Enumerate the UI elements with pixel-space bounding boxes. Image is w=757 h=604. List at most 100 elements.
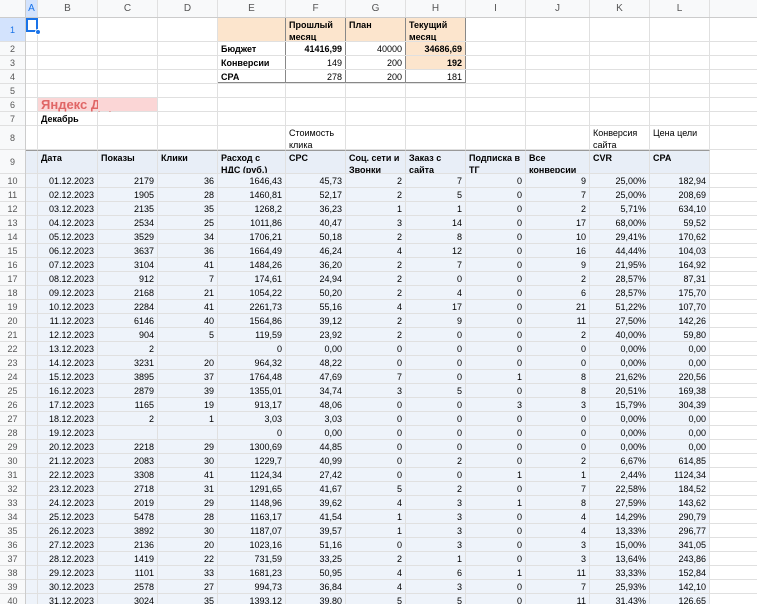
cell[interactable] — [38, 18, 98, 41]
cell-soc[interactable]: 1 — [346, 524, 406, 537]
cell[interactable] — [650, 112, 710, 125]
cell-orders[interactable]: 3 — [406, 496, 466, 509]
cell-cpa[interactable]: 0,00 — [650, 426, 710, 439]
cell-soc[interactable]: 4 — [346, 300, 406, 313]
cell-impr[interactable]: 2218 — [98, 440, 158, 453]
cell[interactable] — [466, 18, 526, 41]
cell[interactable] — [26, 174, 38, 187]
row-header-29[interactable]: 29 — [0, 440, 25, 454]
cell-orders[interactable]: 5 — [406, 384, 466, 397]
cell-cpa[interactable]: 634,10 — [650, 202, 710, 215]
cell-soc[interactable]: 1 — [346, 202, 406, 215]
cell-cvr[interactable]: 0,00% — [590, 356, 650, 369]
cell[interactable] — [26, 468, 38, 481]
cell-clicks[interactable]: 7 — [158, 272, 218, 285]
cell-soc[interactable]: 2 — [346, 314, 406, 327]
cell-impr[interactable]: 2879 — [98, 384, 158, 397]
row-header-22[interactable]: 22 — [0, 342, 25, 356]
cell-soc[interactable]: 4 — [346, 580, 406, 593]
cell-cpc[interactable]: 36,20 — [286, 258, 346, 271]
cell[interactable] — [466, 84, 526, 97]
cell-cvr[interactable]: 28,57% — [590, 286, 650, 299]
cell-cpc[interactable]: 23,92 — [286, 328, 346, 341]
cell-cvr[interactable]: 27,50% — [590, 314, 650, 327]
cell-all[interactable]: 2 — [526, 328, 590, 341]
row-header-35[interactable]: 35 — [0, 524, 25, 538]
cell-cpa[interactable]: 0,00 — [650, 342, 710, 355]
cell-impr[interactable]: 3892 — [98, 524, 158, 537]
cell-clicks[interactable]: 41 — [158, 258, 218, 271]
cell-clicks[interactable]: 27 — [158, 580, 218, 593]
cell-soc[interactable]: 5 — [346, 482, 406, 495]
cell-clicks[interactable]: 19 — [158, 398, 218, 411]
th-cpa[interactable]: CPA — [650, 150, 710, 173]
cell-impr[interactable]: 2 — [98, 412, 158, 425]
cell-tg[interactable]: 0 — [466, 482, 526, 495]
cell-date[interactable]: 04.12.2023 — [38, 216, 98, 229]
cell[interactable] — [26, 188, 38, 201]
cell[interactable] — [158, 84, 218, 97]
cell[interactable] — [218, 112, 286, 125]
cell-cpc[interactable]: 51,16 — [286, 538, 346, 551]
cell[interactable] — [590, 56, 650, 69]
cell-cpc[interactable]: 41,54 — [286, 510, 346, 523]
cell[interactable] — [466, 126, 526, 149]
col-header-I[interactable]: I — [466, 0, 526, 17]
cell-cvr[interactable]: 22,58% — [590, 482, 650, 495]
select-all-corner[interactable] — [0, 0, 26, 17]
cell-tg[interactable]: 0 — [466, 510, 526, 523]
cell-tg[interactable]: 0 — [466, 314, 526, 327]
cell-orders[interactable]: 8 — [406, 230, 466, 243]
row-header-18[interactable]: 18 — [0, 286, 25, 300]
cell-cvr[interactable]: 6,67% — [590, 454, 650, 467]
row-header-25[interactable]: 25 — [0, 384, 25, 398]
cell-orders[interactable]: 5 — [406, 594, 466, 604]
th-orders[interactable]: Заказ с сайта — [406, 150, 466, 173]
cell-clicks[interactable]: 40 — [158, 314, 218, 327]
cell-cpc[interactable]: 48,22 — [286, 356, 346, 369]
cell[interactable] — [590, 70, 650, 83]
cell-soc[interactable]: 0 — [346, 356, 406, 369]
cell-date[interactable]: 02.12.2023 — [38, 188, 98, 201]
cell-orders[interactable]: 2 — [406, 482, 466, 495]
cell-cpc[interactable]: 39,12 — [286, 314, 346, 327]
cell-orders[interactable]: 0 — [406, 272, 466, 285]
cell-cvr[interactable]: 28,57% — [590, 272, 650, 285]
row-header-14[interactable]: 14 — [0, 230, 25, 244]
summary-budget-curr[interactable]: 34686,69 — [406, 42, 466, 55]
cell-orders[interactable]: 17 — [406, 300, 466, 313]
row-header-12[interactable]: 12 — [0, 202, 25, 216]
cell-soc[interactable]: 0 — [346, 468, 406, 481]
cell-impr[interactable]: 2135 — [98, 202, 158, 215]
cell-date[interactable]: 24.12.2023 — [38, 496, 98, 509]
cell-clicks[interactable]: 35 — [158, 202, 218, 215]
cell-spend[interactable]: 1011,86 — [218, 216, 286, 229]
th-date[interactable]: Дата — [38, 150, 98, 173]
cell-impr[interactable]: 2578 — [98, 580, 158, 593]
cell-spend[interactable]: 1291,65 — [218, 482, 286, 495]
cell-soc[interactable]: 0 — [346, 426, 406, 439]
cell-tg[interactable]: 0 — [466, 538, 526, 551]
cell-cpc[interactable]: 50,18 — [286, 230, 346, 243]
summary-curr-header[interactable]: Текущий месяц — [406, 18, 466, 41]
summary-conv-prev[interactable]: 149 — [286, 56, 346, 69]
cell[interactable] — [26, 538, 38, 551]
cell[interactable] — [98, 70, 158, 83]
cell-cpa[interactable]: 341,05 — [650, 538, 710, 551]
cell-cpc[interactable]: 50,95 — [286, 566, 346, 579]
cell-tg[interactable]: 0 — [466, 174, 526, 187]
cell-date[interactable]: 30.12.2023 — [38, 580, 98, 593]
th-social[interactable]: Соц. сети и Звонки — [346, 150, 406, 173]
cell-cpc[interactable]: 34,74 — [286, 384, 346, 397]
cell[interactable] — [650, 98, 710, 111]
cell-tg[interactable]: 0 — [466, 230, 526, 243]
cell[interactable] — [218, 84, 286, 97]
cell-all[interactable]: 8 — [526, 496, 590, 509]
cell-spend[interactable]: 2261,73 — [218, 300, 286, 313]
cell-soc[interactable]: 5 — [346, 594, 406, 604]
cell[interactable] — [26, 150, 38, 173]
cell-clicks[interactable]: 20 — [158, 356, 218, 369]
cell-impr[interactable]: 1165 — [98, 398, 158, 411]
cell-cvr[interactable]: 0,00% — [590, 412, 650, 425]
cell-all[interactable]: 0 — [526, 356, 590, 369]
